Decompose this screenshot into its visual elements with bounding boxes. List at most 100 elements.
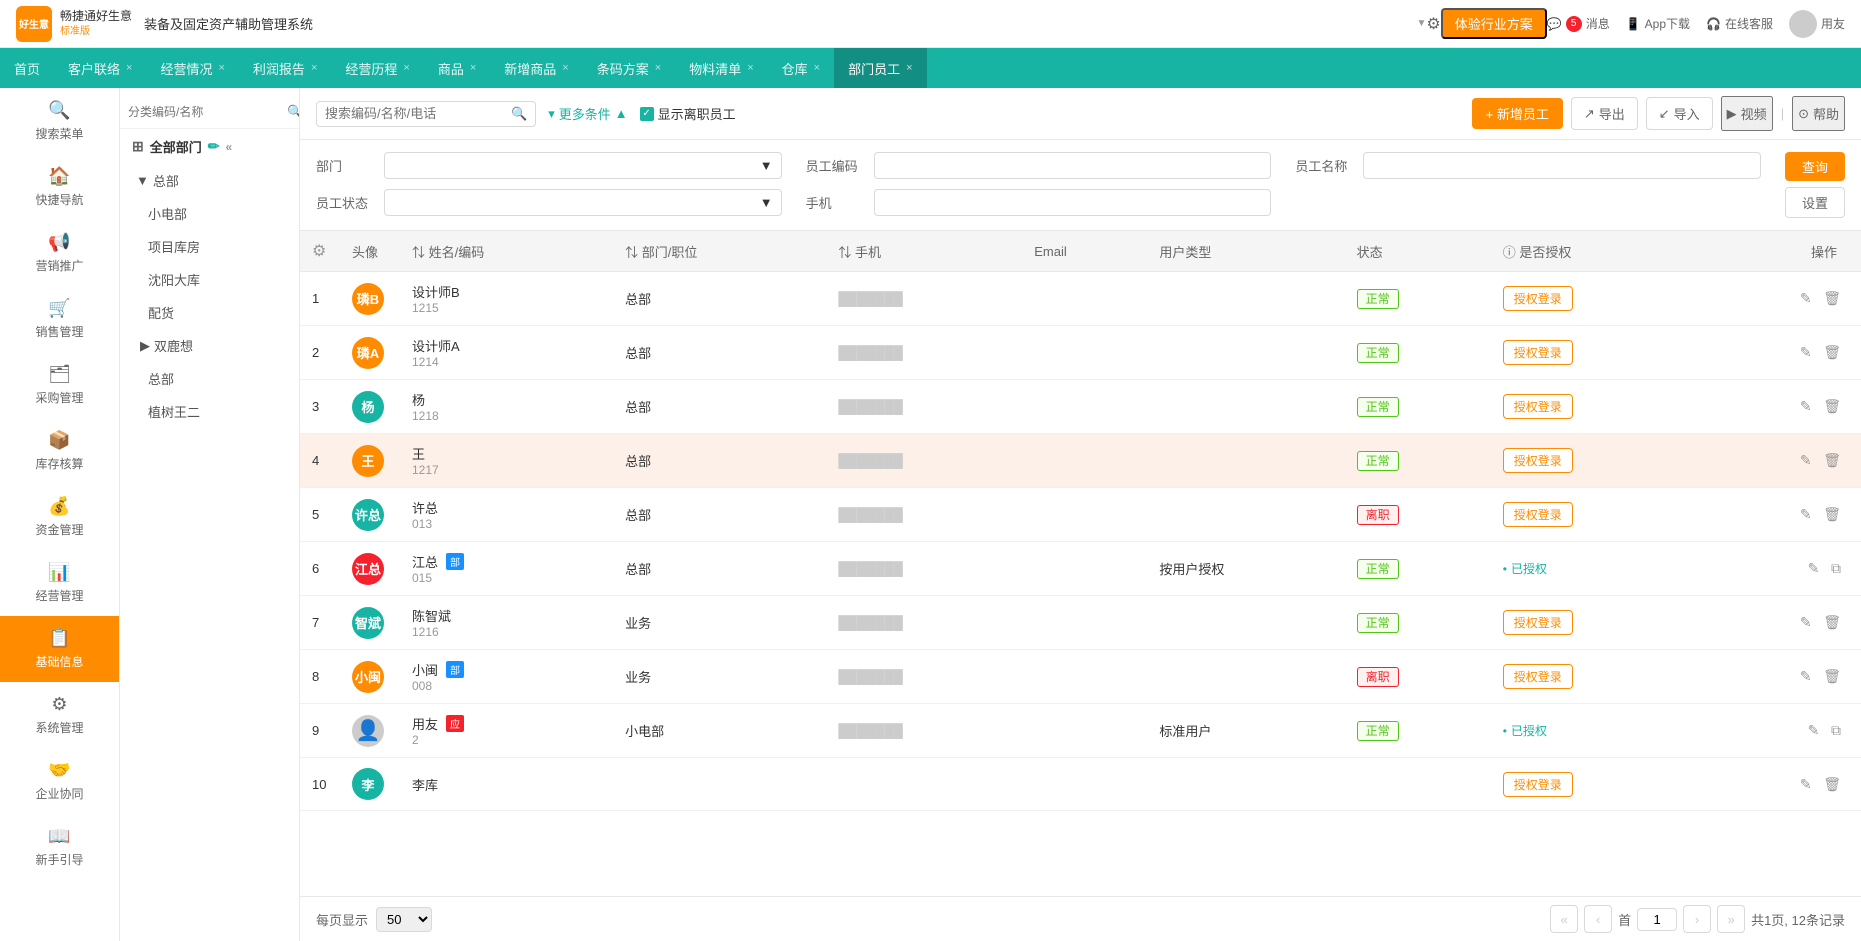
view-btn[interactable]: ▶ 视频 <box>1721 96 1773 131</box>
close-icon[interactable]: × <box>906 62 912 74</box>
delete-btn[interactable]: 🗑 <box>1823 452 1841 468</box>
delete-btn[interactable]: 🗑 <box>1823 614 1841 630</box>
sidebar-item-guide[interactable]: 📖 新手引导 <box>0 814 119 880</box>
close-icon[interactable]: × <box>655 62 661 74</box>
collapse-icon[interactable]: « <box>225 140 232 154</box>
col-name[interactable]: ⇅ 姓名/编码 <box>400 231 613 272</box>
status-select[interactable]: ▼ <box>384 189 782 216</box>
sidebar-item-marketing[interactable]: 📢 营销推广 <box>0 220 119 286</box>
delete-btn[interactable]: 🗑 <box>1823 344 1841 360</box>
delete-btn[interactable]: 🗑 <box>1823 290 1841 306</box>
tab-history[interactable]: 经营历程 × <box>331 48 423 88</box>
sidebar-item-finance[interactable]: 💰 资金管理 <box>0 484 119 550</box>
search-btn-icon[interactable]: 🔍 <box>511 106 527 122</box>
auth-login-btn[interactable]: 授权登录 <box>1503 502 1573 527</box>
next-page-btn[interactable]: › <box>1683 905 1711 933</box>
search-input[interactable] <box>325 106 505 121</box>
user-area[interactable]: 用友 <box>1789 10 1845 38</box>
dept-search-input[interactable] <box>128 105 283 119</box>
message-btn[interactable]: 💬 5 消息 <box>1547 15 1610 32</box>
table-settings-icon[interactable]: ⚙ <box>312 243 326 260</box>
dept-item-zhushu[interactable]: 植树王二 <box>120 395 299 428</box>
edit-btn[interactable]: ✎ <box>1800 614 1812 630</box>
app-download-btn[interactable]: 📱 App下载 <box>1626 15 1690 32</box>
dept-item-xiaodibu[interactable]: 小电部 <box>120 197 299 230</box>
sidebar-item-management[interactable]: 📊 经营管理 <box>0 550 119 616</box>
copy-btn[interactable]: ⧉ <box>1831 722 1841 738</box>
close-icon[interactable]: × <box>311 62 317 74</box>
tab-new-goods[interactable]: 新增商品 × <box>490 48 582 88</box>
last-page-btn[interactable]: » <box>1717 905 1745 933</box>
auth-login-btn[interactable]: 授权登录 <box>1503 772 1573 797</box>
auth-login-btn[interactable]: 授权登录 <box>1503 610 1573 635</box>
tab-business[interactable]: 经营情况 × <box>146 48 238 88</box>
auth-login-btn[interactable]: 授权登录 <box>1503 448 1573 473</box>
dept-search-icon[interactable]: 🔍 <box>287 104 300 120</box>
edit-btn[interactable]: ✎ <box>1800 668 1812 684</box>
sidebar-item-purchase[interactable]: 🗂 采购管理 <box>0 352 119 418</box>
close-icon[interactable]: × <box>562 62 568 74</box>
auth-login-btn[interactable]: 授权登录 <box>1503 394 1573 419</box>
sidebar-item-system[interactable]: ⚙ 系统管理 <box>0 682 119 748</box>
first-page-btn[interactable]: « <box>1550 905 1578 933</box>
copy-btn[interactable]: ⧉ <box>1831 560 1841 576</box>
edit-btn[interactable]: ✎ <box>1800 398 1812 414</box>
settings-icon[interactable]: ⚙ <box>1426 14 1440 34</box>
delete-btn[interactable]: 🗑 <box>1823 398 1841 414</box>
edit-btn[interactable]: ✎ <box>1800 344 1812 360</box>
more-conditions-btn[interactable]: ▾ 更多条件 ▲ <box>548 104 627 123</box>
tab-bom[interactable]: 物料清单 × <box>675 48 767 88</box>
dept-item-shenyang[interactable]: 沈阳大库 <box>120 263 299 296</box>
sidebar-item-search[interactable]: 🔍 搜索菜单 <box>0 88 119 154</box>
col-dept[interactable]: ⇅ 部门/职位 <box>613 231 826 272</box>
tab-employees[interactable]: 部门员工 × <box>834 48 926 88</box>
page-number-input[interactable] <box>1637 908 1677 931</box>
close-icon[interactable]: × <box>403 62 409 74</box>
sidebar-item-sales[interactable]: 🛒 销售管理 <box>0 286 119 352</box>
close-icon[interactable]: × <box>470 62 476 74</box>
edit-icon[interactable]: ✏ <box>208 138 220 155</box>
close-icon[interactable]: × <box>747 62 753 74</box>
edit-btn[interactable]: ✎ <box>1800 452 1812 468</box>
dept-group-shuanglu[interactable]: ▶ 双鹿想 <box>120 329 299 362</box>
col-phone[interactable]: ⇅ 手机 <box>826 231 1022 272</box>
dept-group-head[interactable]: ▼ 总部 <box>120 164 299 197</box>
edit-btn[interactable]: ✎ <box>1800 290 1812 306</box>
set-btn[interactable]: 设置 <box>1785 187 1845 218</box>
close-icon[interactable]: × <box>126 62 132 74</box>
tab-warehouse[interactable]: 仓库 × <box>768 48 834 88</box>
system-dropdown-arrow[interactable]: ▼ <box>1416 18 1426 29</box>
phone-input[interactable] <box>874 189 1272 216</box>
auth-login-btn[interactable]: 授权登录 <box>1503 340 1573 365</box>
edit-btn[interactable]: ✎ <box>1808 722 1820 738</box>
emp-name-input[interactable] <box>1363 152 1761 179</box>
close-icon[interactable]: × <box>814 62 820 74</box>
query-btn[interactable]: 查询 <box>1785 152 1845 181</box>
delete-btn[interactable]: 🗑 <box>1823 776 1841 792</box>
tab-goods[interactable]: 商品 × <box>424 48 490 88</box>
dept-item-project[interactable]: 项目库房 <box>120 230 299 263</box>
delete-btn[interactable]: 🗑 <box>1823 506 1841 522</box>
help-btn[interactable]: ⊙ 帮助 <box>1792 96 1845 131</box>
tab-customer[interactable]: 客户联络 × <box>54 48 146 88</box>
tab-home[interactable]: 首页 <box>0 48 54 88</box>
sidebar-item-inventory[interactable]: 📦 库存核算 <box>0 418 119 484</box>
auth-login-btn[interactable]: 授权登录 <box>1503 286 1573 311</box>
add-employee-btn[interactable]: + 新增员工 <box>1472 98 1563 129</box>
sidebar-item-collab[interactable]: 🤝 企业协同 <box>0 748 119 814</box>
tab-profit[interactable]: 利润报告 × <box>239 48 331 88</box>
tab-barcode[interactable]: 条码方案 × <box>583 48 675 88</box>
prev-page-btn[interactable]: ‹ <box>1584 905 1612 933</box>
dept-item-zongbu[interactable]: 总部 <box>120 362 299 395</box>
online-service-btn[interactable]: 🎧 在线客服 <box>1706 15 1773 32</box>
sidebar-item-nav[interactable]: 🏠 快捷导航 <box>0 154 119 220</box>
import-btn[interactable]: ↙ 导入 <box>1646 97 1713 130</box>
auth-login-btn[interactable]: 授权登录 <box>1503 664 1573 689</box>
page-size-select[interactable]: 50 100 200 <box>376 907 432 932</box>
export-btn[interactable]: ↗ 导出 <box>1571 97 1638 130</box>
dept-select[interactable]: ▼ <box>384 152 782 179</box>
edit-btn[interactable]: ✎ <box>1800 506 1812 522</box>
edit-btn[interactable]: ✎ <box>1808 560 1820 576</box>
emp-code-input[interactable] <box>874 152 1272 179</box>
delete-btn[interactable]: 🗑 <box>1823 668 1841 684</box>
